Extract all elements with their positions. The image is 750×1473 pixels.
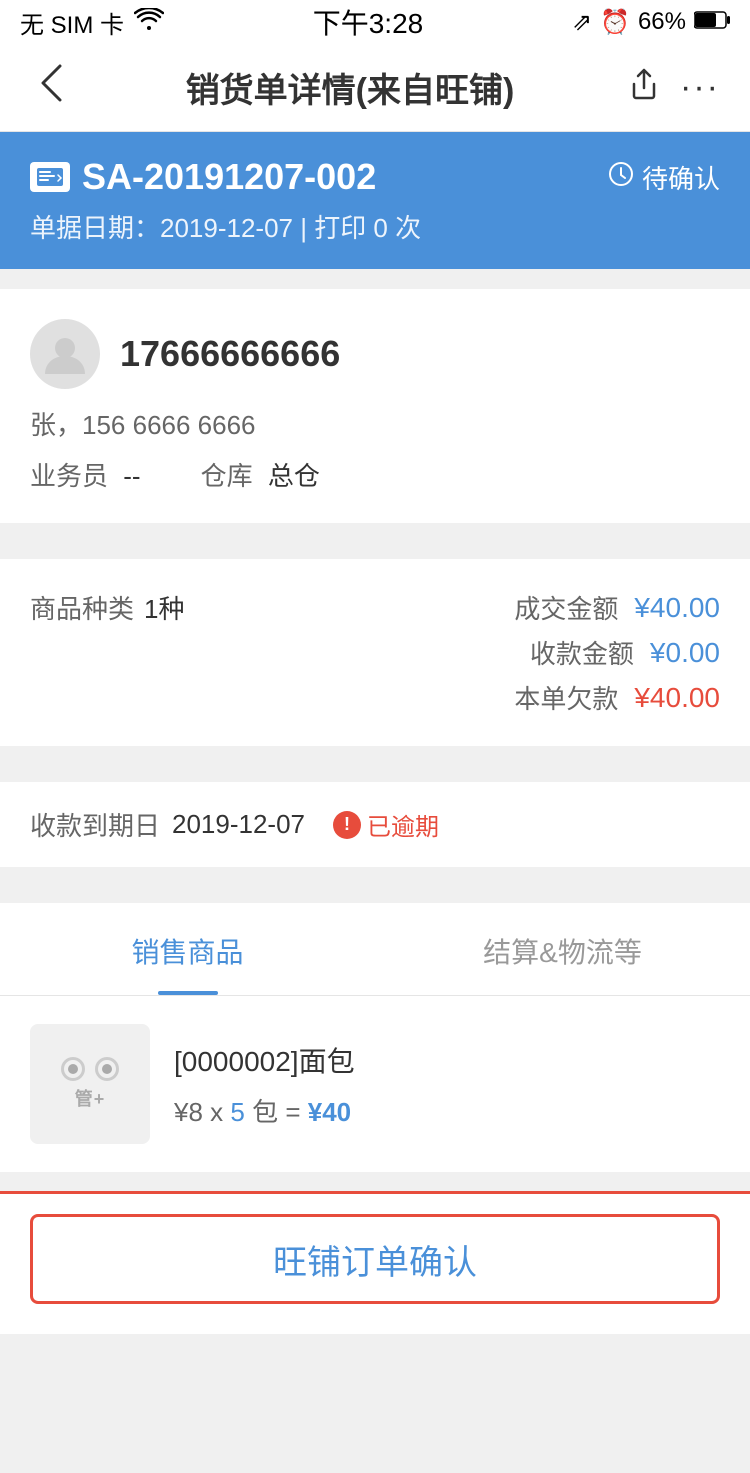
- owl-eye-left: [61, 1057, 85, 1081]
- status-right: ⇗ ⏰ 66%: [572, 8, 730, 37]
- customer-top: 17666666666: [30, 319, 720, 389]
- tabs-container: 销售商品 结算&物流等: [0, 903, 750, 996]
- price-separator: x: [210, 1097, 230, 1127]
- product-image-owl: 管+: [61, 1057, 119, 1111]
- order-header-top: SA-20191207-002 待确认: [30, 156, 720, 198]
- customer-info-row: 业务员 -- 仓库 总仓: [30, 456, 720, 493]
- nav-bar: 销货单详情(来自旺铺) ···: [0, 44, 750, 132]
- owed-label: 本单欠款: [514, 679, 618, 716]
- order-meta: 单据日期：2019-12-07 | 打印 0 次: [30, 208, 720, 245]
- status-time: 下午3:28: [313, 2, 424, 42]
- category-label: 商品种类: [30, 589, 134, 626]
- summary-card: 商品种类 1种 成交金额 ¥40.00 收款金额 ¥0.00 本单欠款 ¥40.…: [0, 559, 750, 746]
- product-name: [0000002]面包: [174, 1040, 720, 1080]
- price-equals: =: [285, 1097, 307, 1127]
- page-title: 销货单详情(来自旺铺): [186, 63, 515, 112]
- order-doc-icon: [30, 162, 70, 192]
- order-number: SA-20191207-002: [30, 156, 376, 198]
- overdue-badge: ! 已逾期: [333, 807, 439, 842]
- nav-actions: ···: [628, 68, 720, 108]
- product-image: 管+: [30, 1024, 150, 1144]
- tab-products[interactable]: 销售商品: [0, 903, 375, 995]
- due-date-value: 2019-12-07: [172, 809, 305, 840]
- confirm-button[interactable]: 旺铺订单确认: [30, 1214, 720, 1304]
- transaction-value: ¥40.00: [634, 592, 720, 624]
- clock-icon: [608, 161, 634, 194]
- product-price-line: ¥8 x 5 包 = ¥40: [174, 1092, 720, 1129]
- owl-eyes: [61, 1057, 119, 1081]
- due-date-card: 收款到期日 2019-12-07 ! 已逾期: [0, 782, 750, 867]
- product-list: 管+ [0000002]面包 ¥8 x 5 包 = ¥40: [0, 996, 750, 1173]
- share-icon[interactable]: [628, 68, 660, 108]
- received-value: ¥0.00: [650, 637, 720, 669]
- overdue-icon: !: [333, 811, 361, 839]
- product-info: [0000002]面包 ¥8 x 5 包 = ¥40: [174, 1040, 720, 1129]
- avatar: [30, 319, 100, 389]
- overdue-text: 已逾期: [367, 807, 439, 842]
- bottom-action: 旺铺订单确认: [0, 1191, 750, 1334]
- divider-3: [0, 867, 750, 883]
- category-value: 1种: [144, 589, 184, 626]
- warehouse-info: 仓库 总仓: [201, 456, 320, 493]
- wifi-icon: [134, 8, 164, 37]
- received-label: 收款金额: [530, 634, 634, 671]
- tab-settlement[interactable]: 结算&物流等: [375, 903, 750, 995]
- status-bar: 无 SIM 卡 下午3:28 ⇗ ⏰ 66%: [0, 0, 750, 44]
- divider-2: [0, 746, 750, 762]
- warehouse-value: 总仓: [268, 461, 320, 491]
- order-status: 待确认: [608, 159, 720, 196]
- owed-value: ¥40.00: [634, 682, 720, 714]
- back-button[interactable]: [30, 54, 72, 121]
- status-text: 待确认: [642, 159, 720, 196]
- order-header-card: SA-20191207-002 待确认 单据日期：2019-12-07 | 打印…: [0, 132, 750, 269]
- carrier-text: 无 SIM 卡: [20, 5, 124, 40]
- customer-name-phone: 张，156 6666 6666: [30, 405, 720, 442]
- received-amount-row: 收款金额 ¥0.00: [530, 634, 720, 671]
- product-category: 商品种类 1种: [30, 589, 184, 626]
- transaction-amount-row: 成交金额 ¥40.00: [514, 589, 720, 626]
- owed-amount-row: 本单欠款 ¥40.00: [514, 679, 720, 716]
- amount-summary: 成交金额 ¥40.00 收款金额 ¥0.00 本单欠款 ¥40.00: [514, 589, 720, 716]
- salesperson-value: --: [123, 461, 140, 491]
- product-total: ¥40: [308, 1097, 351, 1127]
- owl-brand-text: 管+: [75, 1085, 106, 1111]
- owl-eye-right: [95, 1057, 119, 1081]
- warehouse-label: 仓库: [201, 461, 253, 491]
- battery-text: 66%: [638, 8, 686, 36]
- product-unit: 包: [252, 1097, 278, 1127]
- location-icon: ⇗: [572, 8, 592, 37]
- salesperson-info: 业务员 --: [30, 456, 141, 493]
- transaction-label: 成交金额: [514, 589, 618, 626]
- due-date-label: 收款到期日: [30, 806, 160, 843]
- price-per-unit: ¥8: [174, 1097, 203, 1127]
- status-left: 无 SIM 卡: [20, 5, 164, 40]
- more-icon[interactable]: ···: [680, 68, 720, 107]
- battery-icon: [694, 8, 730, 36]
- customer-phone: 17666666666: [120, 333, 340, 375]
- salesperson-label: 业务员: [30, 461, 108, 491]
- customer-card: 17666666666 张，156 6666 6666 业务员 -- 仓库 总仓: [0, 289, 750, 523]
- product-qty: 5: [230, 1097, 244, 1127]
- alarm-icon: ⏰: [600, 8, 630, 37]
- divider-1: [0, 523, 750, 539]
- product-item: 管+ [0000002]面包 ¥8 x 5 包 = ¥40: [0, 996, 750, 1173]
